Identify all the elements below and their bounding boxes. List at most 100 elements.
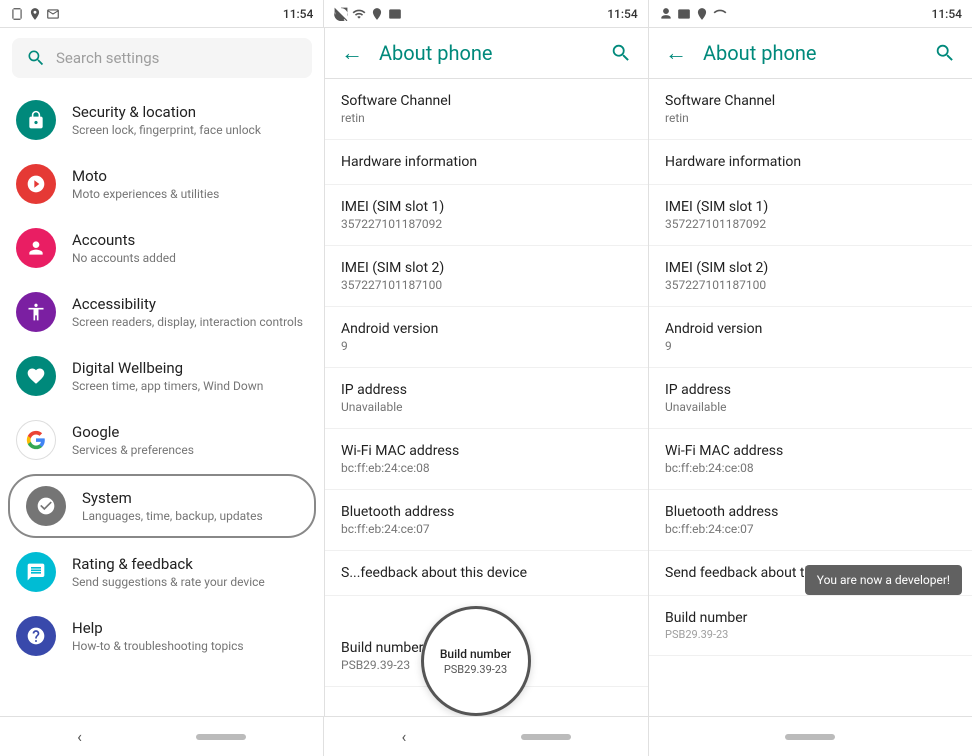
about-title-2: About phone bbox=[703, 41, 918, 65]
imei1-subtitle-1: 357227101187092 bbox=[341, 217, 632, 231]
about-item-imei2-2[interactable]: IMEI (SIM slot 2) 357227101187100 bbox=[649, 246, 972, 307]
search-bar[interactable]: Search settings bbox=[12, 38, 312, 78]
about-item-software-channel-2[interactable]: Software Channel retin bbox=[649, 79, 972, 140]
settings-item-help[interactable]: Help How-to & troubleshooting topics bbox=[0, 604, 324, 668]
about-item-build-2[interactable]: Build number PSB29.39-23 You are now a d… bbox=[649, 596, 972, 656]
ip-title-2: IP address bbox=[665, 382, 956, 398]
rating-subtitle: Send suggestions & rate your device bbox=[72, 575, 308, 589]
security-title: Security & location bbox=[72, 103, 308, 121]
android-title-1: Android version bbox=[341, 321, 632, 337]
software-channel-title-1: Software Channel bbox=[341, 93, 632, 109]
moto-icon bbox=[16, 164, 56, 204]
settings-item-security[interactable]: Security & location Screen lock, fingerp… bbox=[0, 88, 324, 152]
settings-item-accessibility[interactable]: Accessibility Screen readers, display, i… bbox=[0, 280, 324, 344]
about-item-build-1[interactable]: Build number PSB29.39-23 Build number PS… bbox=[325, 626, 648, 687]
help-item-text: Help How-to & troubleshooting topics bbox=[72, 619, 308, 653]
accessibility-item-text: Accessibility Screen readers, display, i… bbox=[72, 295, 308, 329]
system-subtitle: Languages, time, backup, updates bbox=[82, 509, 298, 523]
rating-icon bbox=[16, 552, 56, 592]
about-item-imei1-2[interactable]: IMEI (SIM slot 1) 357227101187092 bbox=[649, 185, 972, 246]
nav-home-mid[interactable] bbox=[521, 734, 571, 740]
imei1-subtitle-2: 357227101187092 bbox=[665, 217, 956, 231]
nav-bar: ‹ ‹ bbox=[0, 716, 972, 756]
settings-item-google[interactable]: Google Services & preferences bbox=[0, 408, 324, 472]
about-item-hardware-2[interactable]: Hardware information bbox=[649, 140, 972, 185]
wifi-subtitle-2: bc:ff:eb:24:ce:08 bbox=[665, 461, 956, 475]
ip-subtitle-2: Unavailable bbox=[665, 400, 956, 414]
back-arrow-2[interactable]: ← bbox=[665, 40, 687, 66]
help-title: Help bbox=[72, 619, 308, 637]
about-header-2: ← About phone bbox=[649, 28, 972, 79]
google-subtitle: Services & preferences bbox=[72, 443, 308, 457]
left-status-icons bbox=[10, 7, 60, 21]
google-icon bbox=[16, 420, 56, 460]
bluetooth-title-1: Bluetooth address bbox=[341, 504, 632, 520]
about-list-2: Software Channel retin Hardware informat… bbox=[649, 79, 972, 716]
about-item-bluetooth-2[interactable]: Bluetooth address bc:ff:eb:24:ce:07 bbox=[649, 490, 972, 551]
digital-wellbeing-item-text: Digital Wellbeing Screen time, app timer… bbox=[72, 359, 308, 393]
nav-back-mid[interactable]: ‹ bbox=[401, 727, 406, 746]
system-item-text: System Languages, time, backup, updates bbox=[82, 489, 298, 523]
time-mid: 11:54 bbox=[607, 7, 637, 21]
system-title: System bbox=[82, 489, 298, 507]
wifi-title-2: Wi-Fi MAC address bbox=[665, 443, 956, 459]
about-item-ip-2[interactable]: IP address Unavailable bbox=[649, 368, 972, 429]
imei2-title-2: IMEI (SIM slot 2) bbox=[665, 260, 956, 276]
digital-wellbeing-subtitle: Screen time, app timers, Wind Down bbox=[72, 379, 308, 393]
nav-back-left[interactable]: ‹ bbox=[77, 727, 82, 746]
main-content: Search settings Security & location Scre… bbox=[0, 28, 972, 716]
settings-item-moto[interactable]: Moto Moto experiences & utilities bbox=[0, 152, 324, 216]
settings-item-digital-wellbeing[interactable]: Digital Wellbeing Screen time, app timer… bbox=[0, 344, 324, 408]
about-item-wifi-2[interactable]: Wi-Fi MAC address bc:ff:eb:24:ce:08 bbox=[649, 429, 972, 490]
moto-item-text: Moto Moto experiences & utilities bbox=[72, 167, 308, 201]
wifi-title-1: Wi-Fi MAC address bbox=[341, 443, 632, 459]
about-item-imei1-1[interactable]: IMEI (SIM slot 1) 357227101187092 bbox=[325, 185, 648, 246]
about-item-bluetooth-1[interactable]: Bluetooth address bc:ff:eb:24:ce:07 bbox=[325, 490, 648, 551]
about-item-android-2[interactable]: Android version 9 bbox=[649, 307, 972, 368]
about-item-feedback-1[interactable]: S...feedback about this device bbox=[325, 551, 648, 596]
accessibility-subtitle: Screen readers, display, interaction con… bbox=[72, 315, 308, 329]
mid-status-icons bbox=[334, 7, 402, 21]
digital-wellbeing-icon bbox=[16, 356, 56, 396]
hardware-title-1: Hardware information bbox=[341, 154, 632, 170]
google-title: Google bbox=[72, 423, 308, 441]
software-channel-subtitle-2: retin bbox=[665, 111, 956, 125]
status-bar-left: 11:54 bbox=[0, 0, 324, 27]
rating-item-text: Rating & feedback Send suggestions & rat… bbox=[72, 555, 308, 589]
about-item-ip-1[interactable]: IP address Unavailable bbox=[325, 368, 648, 429]
build-circle: Build number PSB29.39-23 bbox=[421, 606, 531, 716]
back-arrow-1[interactable]: ← bbox=[341, 40, 363, 66]
settings-item-rating[interactable]: Rating & feedback Send suggestions & rat… bbox=[0, 540, 324, 604]
imei1-title-2: IMEI (SIM slot 1) bbox=[665, 199, 956, 215]
settings-item-accounts[interactable]: Accounts No accounts added bbox=[0, 216, 324, 280]
moto-title: Moto bbox=[72, 167, 308, 185]
imei2-title-1: IMEI (SIM slot 2) bbox=[341, 260, 632, 276]
about-item-android-1[interactable]: Android version 9 bbox=[325, 307, 648, 368]
about-item-hardware-1[interactable]: Hardware information bbox=[325, 140, 648, 185]
time-right: 11:54 bbox=[932, 7, 962, 21]
right-status-icons bbox=[659, 7, 727, 21]
security-item-text: Security & location Screen lock, fingerp… bbox=[72, 103, 308, 137]
android-subtitle-1: 9 bbox=[341, 339, 632, 353]
about-item-imei2-1[interactable]: IMEI (SIM slot 2) 357227101187100 bbox=[325, 246, 648, 307]
google-item-text: Google Services & preferences bbox=[72, 423, 308, 457]
nav-home-right[interactable] bbox=[785, 734, 835, 740]
imei1-title-1: IMEI (SIM slot 1) bbox=[341, 199, 632, 215]
about-title-1: About phone bbox=[379, 41, 594, 65]
time-left: 11:54 bbox=[283, 7, 313, 21]
settings-item-system[interactable]: System Languages, time, backup, updates bbox=[8, 474, 316, 538]
search-icon-about-2[interactable] bbox=[934, 42, 956, 64]
ip-title-1: IP address bbox=[341, 382, 632, 398]
about-item-wifi-1[interactable]: Wi-Fi MAC address bc:ff:eb:24:ce:08 bbox=[325, 429, 648, 490]
search-icon bbox=[26, 48, 46, 68]
search-icon-about-1[interactable] bbox=[610, 42, 632, 64]
about-item-software-channel-1[interactable]: Software Channel retin bbox=[325, 79, 648, 140]
wifi-subtitle-1: bc:ff:eb:24:ce:08 bbox=[341, 461, 632, 475]
nav-home-left[interactable] bbox=[196, 734, 246, 740]
status-bar: 11:54 11:54 11:54 bbox=[0, 0, 972, 28]
toast-notification: You are now a developer! bbox=[805, 565, 962, 595]
system-icon bbox=[26, 486, 66, 526]
accounts-item-text: Accounts No accounts added bbox=[72, 231, 308, 265]
build-title-2: Build number bbox=[665, 610, 956, 626]
about-header-1: ← About phone bbox=[325, 28, 648, 79]
